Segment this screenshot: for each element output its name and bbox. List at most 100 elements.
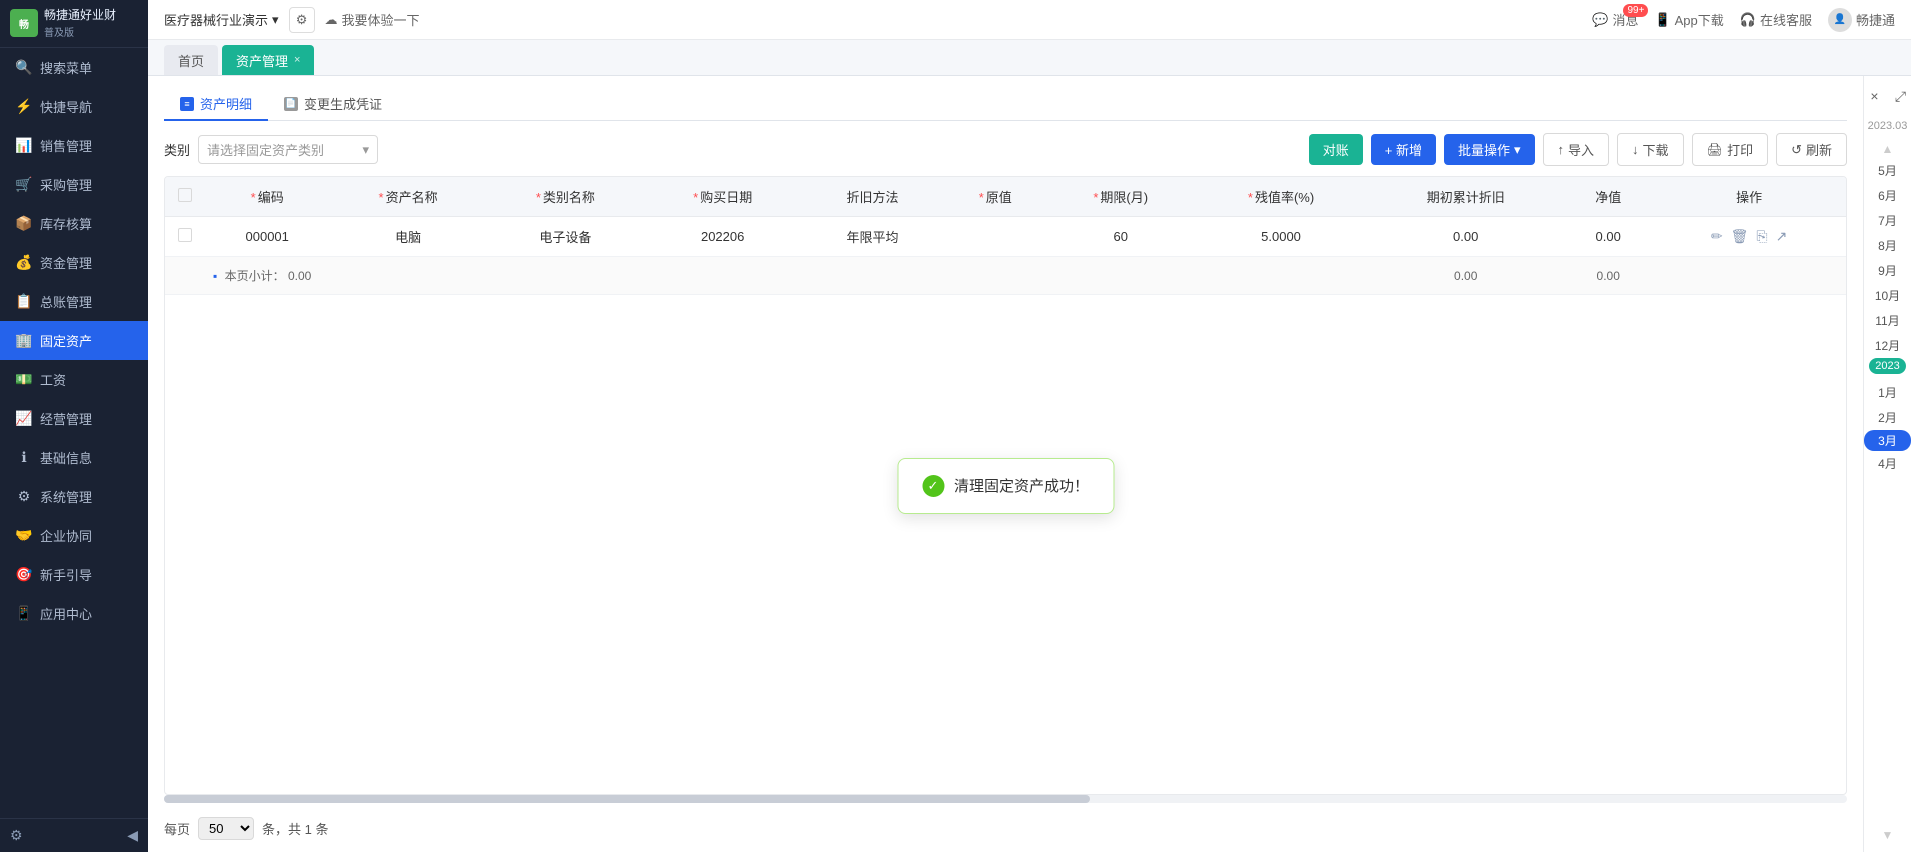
scroll-down-arrow[interactable]: ▼ <box>1880 826 1896 844</box>
sidebar-label-3: 采购管理 <box>40 175 92 194</box>
print-button[interactable]: 🖨 打印 <box>1692 133 1769 166</box>
sidebar-icon-1: ⚡ <box>16 98 32 114</box>
filter-dropdown-icon: ▾ <box>362 142 369 158</box>
toast-message: 清理固定资产成功！ <box>954 475 1089 496</box>
add-button[interactable]: + 新增 <box>1371 134 1436 165</box>
refresh-icon: ↺ <box>1791 142 1802 158</box>
sidebar-item-工资[interactable]: 💵 工资 <box>0 360 148 399</box>
page-content: ≡ 资产明细 📄 变更生成凭证 类别 请选择固定资产类别 ▾ <box>148 76 1863 852</box>
horizontal-scrollbar[interactable] <box>164 795 1847 803</box>
sidebar-item-新手引导[interactable]: 🎯 新手引导 <box>0 555 148 594</box>
month-2[interactable]: 2月 <box>1864 405 1911 430</box>
tab-home-label: 首页 <box>178 51 204 70</box>
company-name: 医疗器械行业演示 <box>164 10 268 29</box>
sidebar-label-10: 基础信息 <box>40 448 92 467</box>
month-10[interactable]: 10月 <box>1864 283 1911 308</box>
select-all-header[interactable] <box>165 177 205 217</box>
month-5[interactable]: 5月 <box>1864 158 1911 183</box>
sidebar-item-企业协同[interactable]: 🤝 企业协同 <box>0 516 148 555</box>
sidebar-item-快捷导航[interactable]: ⚡ 快捷导航 <box>0 87 148 126</box>
right-panel-close-icon[interactable]: × <box>1863 84 1887 108</box>
col-code: *编码 <box>205 177 329 217</box>
delete-icon[interactable]: 🗑 <box>1731 228 1749 245</box>
cell-category: 电子设备 <box>487 217 644 257</box>
select-all-checkbox[interactable] <box>178 188 192 202</box>
month-12[interactable]: 12月 <box>1864 333 1911 358</box>
row-checkbox[interactable] <box>178 228 192 242</box>
online-service-button[interactable]: 🎧 在线客服 <box>1740 10 1812 29</box>
col-depreciation: 折旧方法 <box>801 177 944 217</box>
batch-button[interactable]: 批量操作 ▾ <box>1444 134 1535 165</box>
import-button[interactable]: ↑ 导入 <box>1543 133 1610 166</box>
month-1[interactable]: 1月 <box>1864 380 1911 405</box>
message-icon: 💬 <box>1592 12 1608 28</box>
sidebar-header: 畅 畅捷通好业财 普及版 <box>0 0 148 48</box>
sidebar-item-基础信息[interactable]: ℹ 基础信息 <box>0 438 148 477</box>
pagination: 每页 50 100 200 条，共 1 条 <box>164 807 1847 840</box>
right-panel-year-header: 2023.03 <box>1868 120 1908 132</box>
month-3-current[interactable]: 3月 <box>1864 430 1911 451</box>
sidebar-item-系统管理[interactable]: ⚙ 系统管理 <box>0 477 148 516</box>
sidebar-item-采购管理[interactable]: 🛒 采购管理 <box>0 165 148 204</box>
cell-depreciation: 年限平均 <box>801 217 944 257</box>
batch-dropdown-icon: ▾ <box>1514 142 1521 158</box>
col-accumulated: 期初累计折旧 <box>1367 177 1564 217</box>
sidebar-icon-13: 🎯 <box>16 566 32 582</box>
month-11[interactable]: 11月 <box>1864 308 1911 333</box>
sidebar-item-经营管理[interactable]: 📈 经营管理 <box>0 399 148 438</box>
sidebar-item-销售管理[interactable]: 📊 销售管理 <box>0 126 148 165</box>
company-selector[interactable]: 医疗器械行业演示 ▾ <box>164 10 279 29</box>
month-9[interactable]: 9月 <box>1864 258 1911 283</box>
settings-button[interactable]: ⚙ <box>289 7 315 33</box>
total-text: 条，共 1 条 <box>262 819 328 838</box>
message-button[interactable]: 💬 消息 99+ <box>1592 10 1638 29</box>
sidebar-item-资金管理[interactable]: 💰 资金管理 <box>0 243 148 282</box>
experience-label: 我要体验一下 <box>342 10 420 29</box>
per-page-select[interactable]: 50 100 200 <box>198 817 254 840</box>
row-checkbox-cell[interactable] <box>165 217 205 257</box>
collapse-sidebar-icon[interactable]: ◀ <box>127 827 138 844</box>
sub-tab-voucher[interactable]: 📄 变更生成凭证 <box>268 88 398 121</box>
cell-code: 000001 <box>205 217 329 257</box>
copy-icon[interactable]: ⎘ <box>1756 228 1767 245</box>
edit-icon[interactable]: ✏ <box>1711 228 1723 245</box>
user-name: 畅捷通 <box>1856 10 1895 29</box>
scroll-up-arrow[interactable]: ▲ <box>1880 140 1896 158</box>
sub-tab-asset-detail[interactable]: ≡ 资产明细 <box>164 88 268 121</box>
sidebar-icon-0: 🔍 <box>16 59 32 75</box>
right-panel-expand-icon[interactable]: ⤢ <box>1889 84 1911 108</box>
settings-footer-icon[interactable]: ⚙ <box>10 827 23 844</box>
sidebar-item-库存核算[interactable]: 📦 库存核算 <box>0 204 148 243</box>
sidebar-item-应用中心[interactable]: 📱 应用中心 <box>0 594 148 633</box>
tab-home[interactable]: 首页 <box>164 45 218 75</box>
asset-table-container: *编码 *资产名称 *类别名称 *购买日期 折旧方法 *原值 *期限(月) *残… <box>164 176 1847 795</box>
experience-button[interactable]: ☁ 我要体验一下 <box>325 10 420 29</box>
sidebar-item-搜索菜单[interactable]: 🔍 搜索菜单 <box>0 48 148 87</box>
subtotal-original: 0.00 <box>288 269 311 283</box>
sidebar-item-固定资产[interactable]: 🏢 固定资产 <box>0 321 148 360</box>
col-actions: 操作 <box>1652 177 1846 217</box>
category-filter[interactable]: 请选择固定资产类别 ▾ <box>198 135 378 164</box>
tab-asset-management[interactable]: 资产管理 × <box>222 45 314 75</box>
month-7[interactable]: 7月 <box>1864 208 1911 233</box>
refresh-button[interactable]: ↺ 刷新 <box>1776 133 1847 166</box>
reconcile-button[interactable]: 对账 <box>1309 134 1363 165</box>
table-body: 000001 电脑 电子设备 202206 年限平均 60 5.0000 0.0… <box>165 217 1846 295</box>
scrollbar-thumb[interactable] <box>164 795 1090 803</box>
cloud-icon: ☁ <box>325 12 338 28</box>
month-6[interactable]: 6月 <box>1864 183 1911 208</box>
cell-residual-rate: 5.0000 <box>1195 217 1367 257</box>
sidebar-footer: ⚙ ◀ <box>0 818 148 852</box>
more-icon[interactable]: ↗ <box>1776 228 1788 245</box>
toast-overlay: ✓ 清理固定资产成功！ <box>897 458 1114 514</box>
sidebar-item-总账管理[interactable]: 📋 总账管理 <box>0 282 148 321</box>
sidebar-nav: 🔍 搜索菜单 ⚡ 快捷导航 📊 销售管理 🛒 采购管理 📦 库存核算 💰 资金管… <box>0 48 148 818</box>
tab-close-icon[interactable]: × <box>294 54 300 66</box>
app-download-button[interactable]: 📱 App下载 <box>1654 10 1723 29</box>
col-original-value: *原值 <box>944 177 1047 217</box>
user-menu[interactable]: 👤 畅捷通 <box>1828 8 1895 32</box>
month-4[interactable]: 4月 <box>1864 451 1911 476</box>
main-area: 医疗器械行业演示 ▾ ⚙ ☁ 我要体验一下 💬 消息 99+ 📱 App下载 🎧… <box>148 0 1911 852</box>
download-button[interactable]: ↓ 下载 <box>1617 133 1684 166</box>
month-8[interactable]: 8月 <box>1864 233 1911 258</box>
